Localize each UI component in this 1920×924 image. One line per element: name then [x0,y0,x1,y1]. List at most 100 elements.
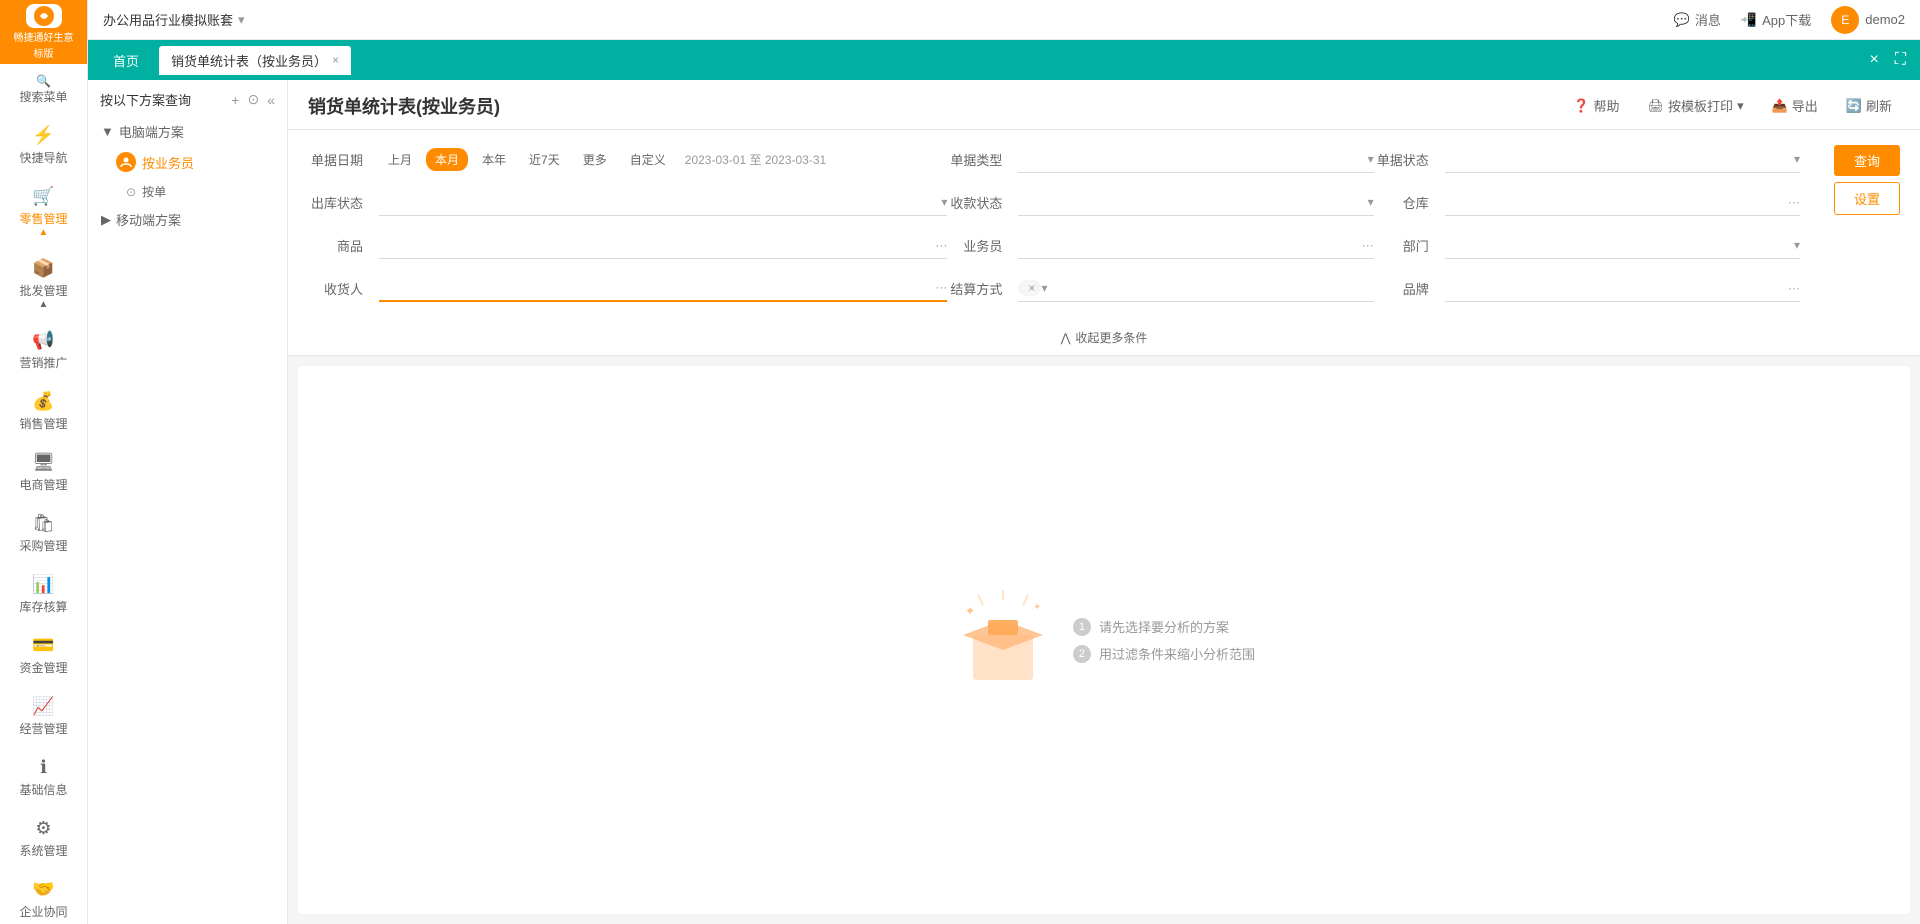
basic-icon: ℹ [40,757,47,778]
company-dropdown-icon[interactable]: ▾ [238,12,245,28]
sidebar-item-purchase[interactable]: 🛍 采购管理 [0,503,87,564]
tab-active[interactable]: 销货单统计表（按业务员） × [159,46,351,75]
goods-more-icon[interactable]: ··· [935,238,947,252]
type-control[interactable]: ▾ [1018,145,1373,173]
staff-control[interactable]: ··· [1018,231,1373,259]
finance-icon: 💳 [32,635,54,656]
staff-more-icon[interactable]: ··· [1362,238,1374,252]
settings-button[interactable]: 设置 [1834,182,1900,215]
date-range-display: 2023-03-01 至 2023-03-31 [685,151,826,168]
empty-hint-1: 1 请先选择要分析的方案 [1073,617,1255,636]
recv-status-control[interactable]: ▾ [1018,188,1373,216]
filter-warehouse: 仓库 ··· [1374,188,1800,216]
consignee-control[interactable]: ··· [379,274,947,302]
page-title: 销货单统计表(按业务员) [308,93,500,119]
sidebar-item-marketing[interactable]: 📢 营销推广 [0,320,87,381]
tab-home[interactable]: 首页 [98,46,154,75]
app-download-action[interactable]: 📲 App下载 [1741,10,1811,29]
date-btn-custom[interactable]: 自定义 [621,148,675,171]
left-panel-icons: + ⊙ « [231,91,275,108]
mobile-group-header[interactable]: ▶ 移动端方案 [96,205,279,234]
content-area: 按以下方案查询 + ⊙ « ▼ 电脑端方案 [88,80,1920,924]
filter-consignee: 收货人 ··· [308,274,947,302]
message-action[interactable]: 💬 消息 [1674,10,1721,29]
payment-dropdown-icon[interactable]: ▾ [1041,281,1047,295]
out-status-dropdown-icon[interactable]: ▾ [941,195,947,209]
filter-goods: 商品 ··· [308,231,947,259]
sidebar-item-ecommerce[interactable]: 🖥 电商管理 [0,442,87,503]
brand-control[interactable]: ··· [1445,274,1800,302]
print-dropdown-icon[interactable]: ▾ [1737,98,1744,114]
window-close-button[interactable]: × [1865,47,1882,73]
user-profile[interactable]: E demo2 [1831,6,1905,34]
sidebar-item-inventory[interactable]: 📊 库存核算 [0,564,87,625]
sidebar-item-finance[interactable]: 💳 资金管理 [0,625,87,686]
sub-scheme-by-order[interactable]: ⊙ 按单 [96,178,279,205]
warehouse-control[interactable]: ··· [1445,188,1800,216]
payment-control[interactable]: × ▾ [1018,274,1373,302]
sidebar-item-sales[interactable]: 💰 销售管理 [0,381,87,442]
date-btn-7days[interactable]: 近7天 [520,148,569,171]
hint-text-2: 用过滤条件来缩小分析范围 [1099,644,1255,663]
sidebar-item-retail[interactable]: 🛒 零售管理 ▲ [0,176,87,248]
warehouse-more-icon[interactable]: ··· [1788,195,1800,209]
scheme-staff-label: 按业务员 [142,153,194,172]
type-dropdown-icon[interactable]: ▾ [1368,152,1374,166]
print-button[interactable]: 🖨 按模板打印 ▾ [1640,92,1752,119]
desktop-scheme-group: ▼ 电脑端方案 按业务员 ⊙ 按单 [88,117,287,205]
sidebar-item-basic[interactable]: ℹ 基础信息 [0,747,87,808]
date-btn-this-month[interactable]: 本月 [426,148,468,171]
date-btn-this-year[interactable]: 本年 [473,148,515,171]
out-status-actions: ▾ [941,195,947,209]
collapse-button[interactable]: ⋀ 收起更多条件 [1049,325,1160,350]
settings-scheme-icon[interactable]: ⊙ [247,91,259,108]
sidebar-item-system[interactable]: ⚙ 系统管理 [0,808,87,869]
export-button[interactable]: 📤 导出 [1764,92,1826,119]
scheme-by-staff[interactable]: 按业务员 [96,146,279,178]
hint-text-1: 请先选择要分析的方案 [1099,617,1229,636]
brand-actions: ··· [1788,281,1800,295]
dept-dropdown-icon[interactable]: ▾ [1794,238,1800,252]
top-bar-right: 💬 消息 📲 App下载 E demo2 [1674,6,1905,34]
query-button[interactable]: 查询 [1834,145,1900,176]
scheme-staff-icon [116,152,136,172]
recv-status-actions: ▾ [1368,195,1374,209]
collapse-panel-icon[interactable]: « [267,92,275,108]
page-header: 销货单统计表(按业务员) ❓ 帮助 🖨 按模板打印 ▾ 📤 导出 [288,80,1920,130]
sidebar-item-wholesale[interactable]: 📦 批发管理 ▲ [0,248,87,320]
tab-close-button[interactable]: × [332,53,339,67]
status-dropdown-icon[interactable]: ▾ [1794,152,1800,166]
out-status-control[interactable]: ▾ [379,188,947,216]
dept-control[interactable]: ▾ [1445,231,1800,259]
date-btn-last-month[interactable]: 上月 [379,148,421,171]
empty-hint-2: 2 用过滤条件来缩小分析范围 [1073,644,1255,663]
consignee-more-icon[interactable]: ··· [935,280,947,294]
app-sub: 标版 [34,45,54,60]
sidebar-item-search[interactable]: 🔍 搜索菜单 [0,64,87,115]
help-label: 帮助 [1594,96,1620,115]
desktop-group-header[interactable]: ▼ 电脑端方案 [96,117,279,146]
dept-label: 部门 [1374,236,1429,255]
status-control[interactable]: ▾ [1445,145,1800,173]
sidebar-item-cooperation[interactable]: 🤝 企业协同 [0,869,87,924]
logo-icon [26,4,62,28]
goods-control[interactable]: ··· [379,231,947,259]
sidebar-item-operations[interactable]: 📈 经营管理 [0,686,87,747]
filter-payment: 结算方式 × ▾ [947,274,1373,302]
wholesale-icon: 📦 [32,258,54,279]
date-label: 单据日期 [308,150,363,169]
filter-row-1: 单据日期 上月 本月 本年 近7天 更多 自定义 2023-03-01 至 20… [308,145,1800,173]
payment-tag-close[interactable]: × [1028,281,1035,295]
sidebar-item-quicknav[interactable]: ⚡ 快捷导航 [0,115,87,176]
add-scheme-icon[interactable]: + [231,92,239,108]
date-btn-more[interactable]: 更多 [574,148,616,171]
arrow-down-icon: ▼ [101,124,114,139]
recv-status-label: 收款状态 [947,193,1002,212]
payment-tag: × [1018,280,1041,296]
refresh-button[interactable]: 🔄 刷新 [1838,92,1900,119]
help-button[interactable]: ❓ 帮助 [1565,92,1627,119]
window-expand-button[interactable]: ⛶ [1891,47,1910,73]
brand-more-icon[interactable]: ··· [1788,281,1800,295]
search-icon: 🔍 [36,74,51,88]
recv-status-dropdown-icon[interactable]: ▾ [1368,195,1374,209]
